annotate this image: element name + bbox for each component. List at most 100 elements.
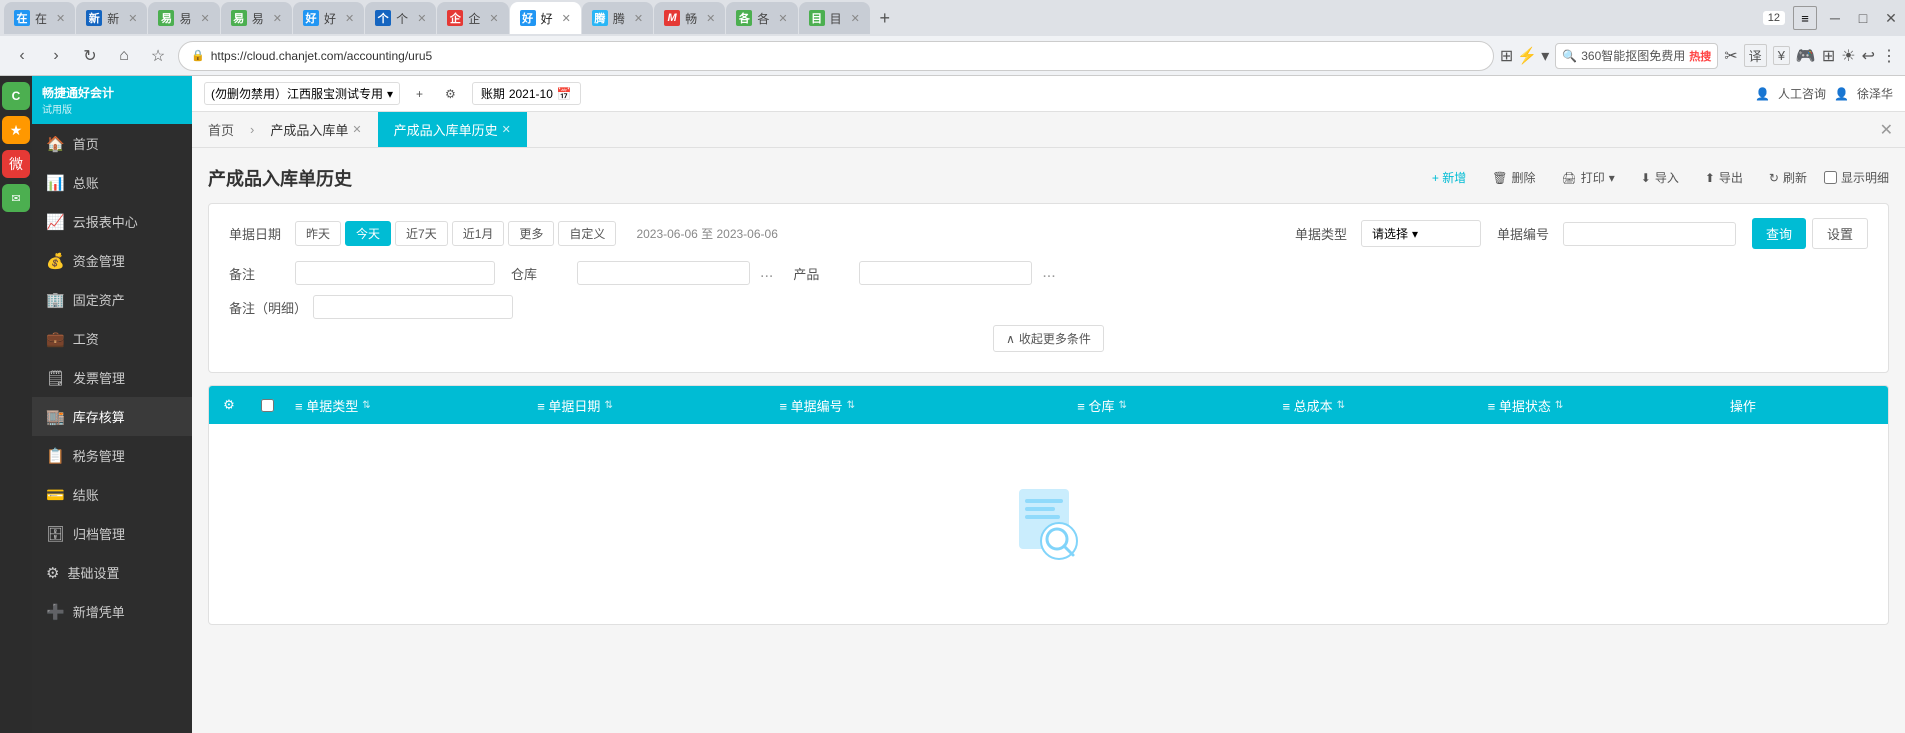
import-button[interactable]: ⬇ 导入 [1632,164,1688,191]
th-doc-date[interactable]: ≡ 单据日期 ⇅ [527,388,769,423]
tab-7[interactable]: 企 企 ✕ [437,2,508,34]
close-icon[interactable]: ✕ [1880,122,1893,139]
menu-icon[interactable]: ⋮ [1881,46,1897,66]
sidebar-item-fund[interactable]: 💰 资金管理 [32,241,192,280]
date-btn-7days[interactable]: 近7天 [395,221,448,246]
breadcrumb-tab-2-close[interactable]: ✕ [502,123,511,136]
close-button[interactable]: ✕ [1881,8,1901,28]
date-btn-custom[interactable]: 自定义 [558,221,616,246]
th-doc-status[interactable]: ≡ 单据状态 ⇅ [1478,388,1720,423]
query-button[interactable]: 查询 [1752,218,1806,249]
tab-9-close[interactable]: ✕ [634,12,643,25]
show-detail-input[interactable] [1824,171,1837,184]
tab-10[interactable]: M 畅 ✕ [654,2,725,34]
date-btn-today[interactable]: 今天 [345,221,391,246]
lightning-icon[interactable]: ⚡ [1517,46,1537,66]
sidebar-item-invoice[interactable]: 🗒 发票管理 [32,358,192,397]
tab-4[interactable]: 易 易 ✕ [221,2,292,34]
date-btn-more[interactable]: 更多 [508,221,554,246]
new-button[interactable]: + 新增 [1423,164,1475,191]
tab-1-close[interactable]: ✕ [56,12,65,25]
tab-5-close[interactable]: ✕ [345,12,354,25]
tab-12-close[interactable]: ✕ [851,12,860,25]
company-selector[interactable]: (勿删勿禁用）江西服宝测试专用 ▾ [204,82,400,105]
th-doc-no[interactable]: ≡ 单据编号 ⇅ [769,388,1067,423]
sidebar-item-tax[interactable]: 📋 税务管理 [32,436,192,475]
settings-button[interactable]: ⚙ [439,85,462,103]
delete-button[interactable]: 🗑 删除 [1483,164,1544,191]
tab-10-close[interactable]: ✕ [706,12,715,25]
translate-icon[interactable]: 译 [1744,44,1767,67]
th-total-cost[interactable]: ≡ 总成本 ⇅ [1272,388,1477,423]
export-button[interactable]: ⬆ 导出 [1696,164,1752,191]
tab-7-close[interactable]: ✕ [489,12,498,25]
doc-type-select[interactable]: 请选择 ▾ [1361,220,1481,247]
back-button[interactable]: ‹ [8,42,36,70]
tab-8[interactable]: 好 好 ✕ [510,2,581,34]
doc-no-input[interactable] [1563,222,1736,246]
url-bar[interactable]: 🔒 https://cloud.chanjet.com/accounting/u… [178,41,1494,71]
currency-icon[interactable]: ¥ [1773,46,1790,65]
breadcrumb-tab-1[interactable]: 产成品入库单 ✕ [254,112,377,147]
undo-icon[interactable]: ↩ [1862,46,1875,66]
minimize-button[interactable]: ─ [1825,8,1845,28]
refresh-button[interactable]: ↻ 刷新 [1760,164,1816,191]
date-btn-yesterday[interactable]: 昨天 [295,221,341,246]
refresh-button[interactable]: ↻ [76,42,104,70]
breadcrumb-home[interactable]: 首页 [192,112,250,147]
select-all-checkbox[interactable] [261,399,274,412]
apps-icon[interactable]: ⊞ [1822,46,1835,66]
sidebar-item-new-entry[interactable]: ➕ 新增凭单 [32,592,192,631]
sidebar-icon-3[interactable]: 微 [2,150,30,178]
dropdown-icon[interactable]: ▾ [1541,46,1549,66]
search-box[interactable]: 🔍 360智能抠图免费用 热搜 [1555,43,1718,69]
sidebar-item-basic[interactable]: ⚙ 基础设置 [32,553,192,592]
sidebar-item-inventory[interactable]: 🏬 库存核算 [32,397,192,436]
tab-9[interactable]: 腾 腾 ✕ [582,2,653,34]
tab-6-close[interactable]: ✕ [417,12,426,25]
sidebar-item-cloud-report[interactable]: 📈 云报表中心 [32,202,192,241]
warehouse-dots[interactable]: ... [756,264,777,282]
tab-3-close[interactable]: ✕ [200,12,209,25]
panel-close-btn[interactable]: ✕ [1880,120,1905,140]
warehouse-input[interactable] [577,261,750,285]
period-badge[interactable]: 账期 2021-10 📅 [472,82,581,105]
sidebar-item-home[interactable]: 🏠 首页 [32,124,192,163]
th-settings[interactable]: ⚙ [209,389,249,421]
tab-list-button[interactable]: ≡ [1793,6,1817,30]
maximize-button[interactable]: □ [1853,8,1873,28]
forward-button[interactable]: › [42,42,70,70]
sidebar-item-fixed-assets[interactable]: 🏢 固定资产 [32,280,192,319]
filter-settings-button[interactable]: 设置 [1812,218,1868,249]
sidebar-item-checkout[interactable]: 💳 结账 [32,475,192,514]
sidebar-item-archive[interactable]: 🗄 归档管理 [32,514,192,553]
scissors-icon[interactable]: ✂ [1724,46,1737,66]
tab-11[interactable]: 各 各 ✕ [726,2,797,34]
sidebar-icon-4[interactable]: ✉ [2,184,30,212]
app-logo[interactable]: C [2,82,30,110]
date-btn-1month[interactable]: 近1月 [452,221,505,246]
tab-11-close[interactable]: ✕ [778,12,787,25]
collapse-button[interactable]: ∧ 收起更多条件 [993,325,1104,352]
product-input[interactable] [859,261,1032,285]
sidebar-item-ledger[interactable]: 📊 总账 [32,163,192,202]
home-button[interactable]: ⌂ [110,42,138,70]
th-checkbox[interactable] [249,391,285,420]
tab-2[interactable]: 新 新 ✕ [76,2,147,34]
bookmark-button[interactable]: ☆ [144,42,172,70]
th-doc-type[interactable]: ≡ 单据类型 ⇅ [285,388,527,423]
tab-2-close[interactable]: ✕ [128,12,137,25]
game-icon[interactable]: 🎮 [1796,46,1816,66]
grid-icon[interactable]: ⊞ [1500,46,1513,66]
breadcrumb-tab-1-close[interactable]: ✕ [352,123,361,136]
th-warehouse[interactable]: ≡ 仓库 ⇅ [1067,388,1272,423]
tab-6[interactable]: 个 个 ✕ [365,2,436,34]
add-company-button[interactable]: + [410,85,429,103]
tab-5[interactable]: 好 好 ✕ [293,2,364,34]
print-button[interactable]: 🖨 打印 ▾ [1552,164,1623,191]
tab-12[interactable]: 目 目 ✕ [799,2,870,34]
notes-detail-input[interactable] [313,295,513,319]
show-detail-checkbox[interactable]: 显示明细 [1824,169,1889,186]
sidebar-item-salary[interactable]: 💼 工资 [32,319,192,358]
tab-1[interactable]: 在 在 ✕ [4,2,75,34]
